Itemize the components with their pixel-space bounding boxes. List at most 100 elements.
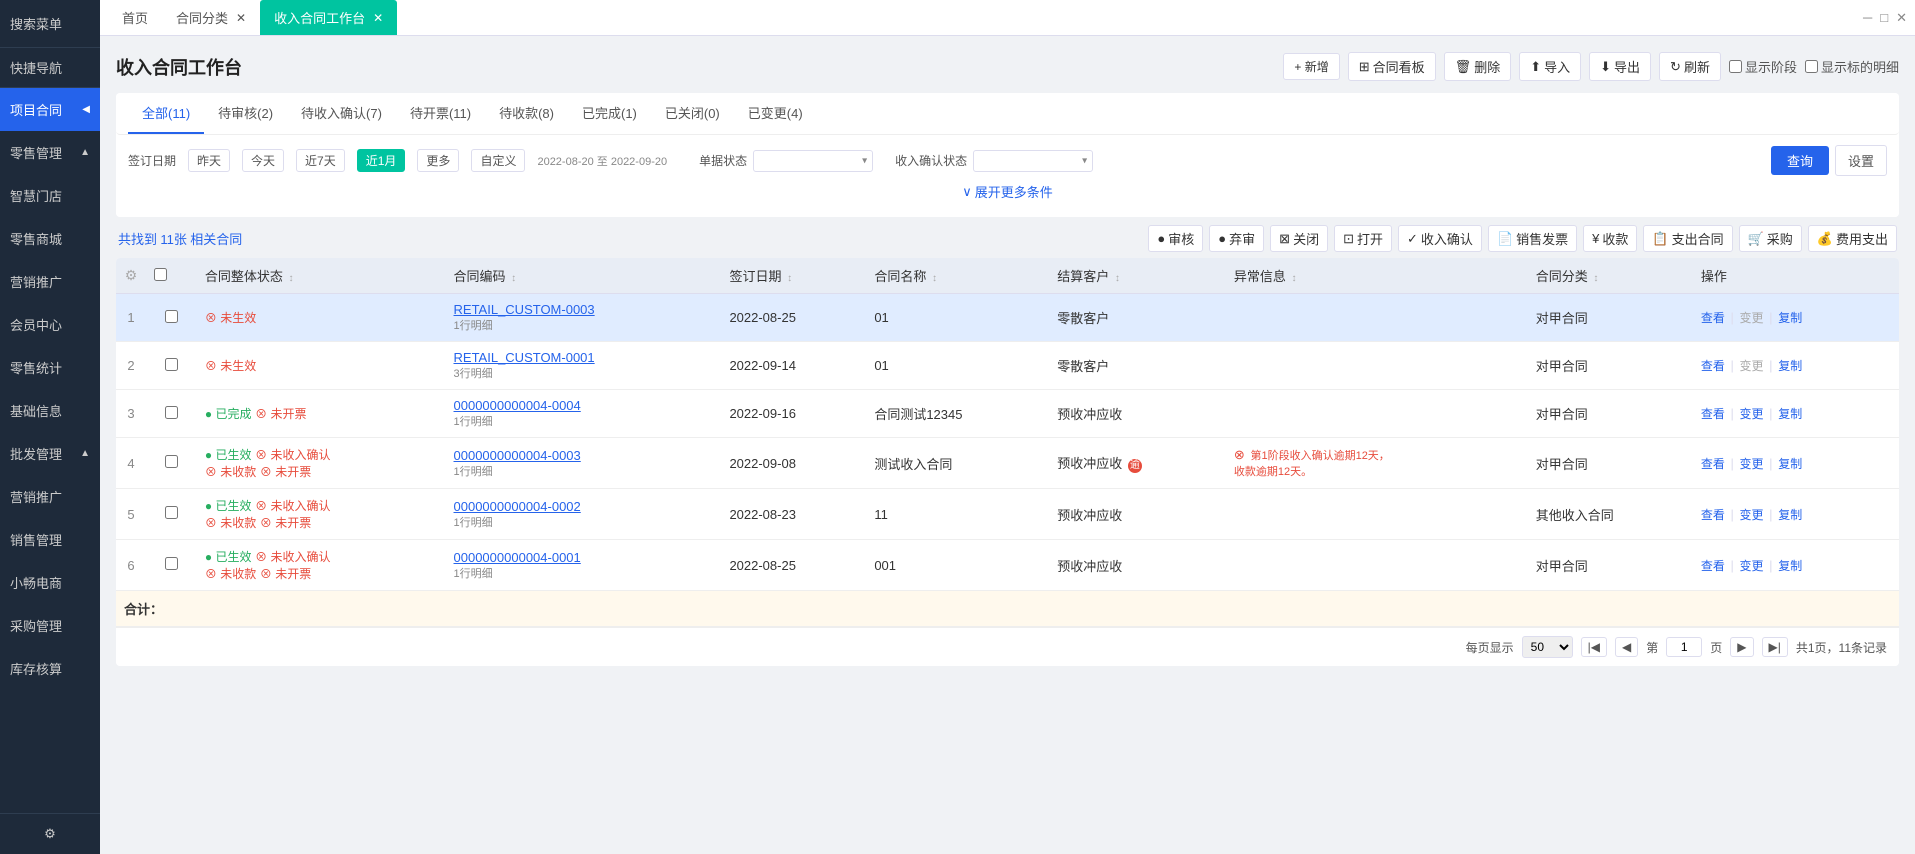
edit-link[interactable]: 变更 <box>1740 359 1764 373</box>
close-btn[interactable]: ⊠ 关闭 <box>1270 225 1328 252</box>
edit-link[interactable]: 变更 <box>1740 508 1764 522</box>
th-contract-name[interactable]: 合同名称 ↕ <box>866 258 1049 294</box>
sidebar-item-xiaochangec[interactable]: 小畅电商 <box>0 561 100 604</box>
copy-link[interactable]: 复制 <box>1778 311 1802 325</box>
sidebar-settings[interactable]: ⚙ <box>0 813 100 854</box>
sidebar-search[interactable]: 搜索菜单 <box>0 0 100 48</box>
doc-status-select[interactable] <box>753 150 873 172</box>
copy-link[interactable]: 复制 <box>1778 359 1802 373</box>
expand-conditions-btn[interactable]: ∨ 展开更多条件 <box>962 182 1053 201</box>
query-button[interactable]: 查询 <box>1771 146 1829 175</box>
sidebar-item-retail-stats[interactable]: 零售统计 <box>0 346 100 389</box>
payment-btn[interactable]: ¥ 收款 <box>1583 225 1637 252</box>
delete-button[interactable]: 🗑 删除 <box>1444 52 1512 81</box>
audit-btn[interactable]: ● 审核 <box>1148 225 1203 252</box>
sidebar-item-smart-store[interactable]: 智慧门店 <box>0 174 100 217</box>
copy-link[interactable]: 复制 <box>1778 457 1802 471</box>
last-page-btn[interactable]: ▶| <box>1762 637 1788 657</box>
import-button[interactable]: ⬆ 导入 <box>1519 52 1581 81</box>
copy-link[interactable]: 复制 <box>1778 407 1802 421</box>
maximize-button[interactable]: □ <box>1880 10 1888 26</box>
contract-link[interactable]: RETAIL_CUSTOM-0001 <box>454 350 714 365</box>
view-link[interactable]: 查看 <box>1701 559 1725 573</box>
view-link[interactable]: 查看 <box>1701 508 1725 522</box>
settings-gear-icon[interactable]: ⚙ <box>125 267 138 283</box>
th-category[interactable]: 合同分类 ↕ <box>1528 258 1693 294</box>
refresh-button[interactable]: ↻ 刷新 <box>1659 52 1721 81</box>
th-customer[interactable]: 结算客户 ↕ <box>1049 258 1226 294</box>
expenditure-contract-btn[interactable]: 📋 支出合同 <box>1643 225 1732 252</box>
contract-link[interactable]: 0000000000004-0004 <box>454 398 714 413</box>
row-checkbox[interactable] <box>165 310 178 323</box>
row-checkbox[interactable] <box>165 506 178 519</box>
sidebar-item-sales-mgmt[interactable]: 销售管理 <box>0 518 100 561</box>
copy-link[interactable]: 复制 <box>1778 559 1802 573</box>
edit-link[interactable]: 变更 <box>1740 311 1764 325</box>
th-sign-date[interactable]: 签订日期 ↕ <box>721 258 866 294</box>
row-checkbox[interactable] <box>165 358 178 371</box>
purchase-btn[interactable]: 🛒 采购 <box>1739 225 1802 252</box>
sidebar-item-basic-info[interactable]: 基础信息 <box>0 389 100 432</box>
last1month-btn[interactable]: 近1月 <box>357 149 406 172</box>
open-btn[interactable]: ⊡ 打开 <box>1334 225 1392 252</box>
edit-link[interactable]: 变更 <box>1740 559 1764 573</box>
row-checkbox[interactable] <box>165 455 178 468</box>
first-page-btn[interactable]: |◀ <box>1581 637 1607 657</box>
contract-link[interactable]: 0000000000004-0001 <box>454 550 714 565</box>
sidebar-item-wholesale[interactable]: 批发管理 ▲ <box>0 432 100 475</box>
sidebar-quick-nav[interactable]: 快捷导航 <box>0 48 100 88</box>
tab-changed[interactable]: 已变更(4) <box>734 93 817 134</box>
today-btn[interactable]: 今天 <box>242 149 284 172</box>
th-contract-status[interactable]: 合同整体状态 ↕ <box>197 258 446 294</box>
sidebar-item-project[interactable]: 项目合同 ◀ <box>0 88 100 131</box>
edit-link[interactable]: 变更 <box>1740 457 1764 471</box>
new-button[interactable]: + 新增 <box>1283 53 1339 80</box>
settings-button[interactable]: 设置 <box>1835 145 1887 176</box>
per-page-select[interactable]: 50 100 <box>1522 636 1573 658</box>
tab-pending-invoice[interactable]: 待开票(11) <box>396 93 485 134</box>
th-abnormal[interactable]: 异常信息 ↕ <box>1226 258 1528 294</box>
row-checkbox[interactable] <box>165 557 178 570</box>
sidebar-item-marketing[interactable]: 营销推广 <box>0 260 100 303</box>
expense-btn[interactable]: 💰 费用支出 <box>1808 225 1897 252</box>
tab-pending-income-confirm[interactable]: 待收入确认(7) <box>287 93 396 134</box>
tab-pending-review[interactable]: 待审核(2) <box>204 93 287 134</box>
sidebar-item-retail-shop[interactable]: 零售商城 <box>0 217 100 260</box>
custom-btn[interactable]: 自定义 <box>471 149 525 172</box>
prev-page-btn[interactable]: ◀ <box>1615 637 1638 657</box>
abandon-audit-btn[interactable]: ● 弃审 <box>1209 225 1264 252</box>
sidebar-item-sales-marketing[interactable]: 营销推广 <box>0 475 100 518</box>
export-button[interactable]: ⬇ 导出 <box>1589 52 1651 81</box>
th-contract-code[interactable]: 合同编码 ↕ <box>446 258 722 294</box>
sidebar-item-purchase[interactable]: 采购管理 <box>0 604 100 647</box>
view-link[interactable]: 查看 <box>1701 407 1725 421</box>
view-link[interactable]: 查看 <box>1701 457 1725 471</box>
sidebar-item-retail-mgmt[interactable]: 零售管理 ▲ <box>0 131 100 174</box>
tab-closed[interactable]: 已关闭(0) <box>651 93 734 134</box>
tab-close-icon[interactable]: ✕ <box>236 11 246 25</box>
tab-active-close-icon[interactable]: ✕ <box>373 11 383 25</box>
contract-board-button[interactable]: ⊞ 合同看板 <box>1348 52 1436 81</box>
edit-link[interactable]: 变更 <box>1740 407 1764 421</box>
sidebar-item-inventory[interactable]: 库存核算 <box>0 647 100 690</box>
tab-contract-cat[interactable]: 合同分类 ✕ <box>162 0 260 35</box>
sales-invoice-btn[interactable]: 📄 销售发票 <box>1488 225 1577 252</box>
row-checkbox[interactable] <box>165 406 178 419</box>
tab-home[interactable]: 首页 <box>108 0 162 35</box>
more-btn[interactable]: 更多 <box>417 149 459 172</box>
tab-completed[interactable]: 已完成(1) <box>568 93 651 134</box>
page-input[interactable] <box>1666 637 1702 657</box>
income-confirm-btn[interactable]: ✓ 收入确认 <box>1398 225 1482 252</box>
view-link[interactable]: 查看 <box>1701 359 1725 373</box>
copy-link[interactable]: 复制 <box>1778 508 1802 522</box>
minimize-button[interactable]: ─ <box>1863 10 1872 26</box>
show-stages-checkbox[interactable]: 显示阶段 <box>1729 57 1797 76</box>
sidebar-item-member[interactable]: 会员中心 <box>0 303 100 346</box>
last7-btn[interactable]: 近7天 <box>296 149 345 172</box>
tab-pending-payment[interactable]: 待收款(8) <box>485 93 568 134</box>
yesterday-btn[interactable]: 昨天 <box>188 149 230 172</box>
next-page-btn[interactable]: ▶ <box>1730 637 1753 657</box>
income-confirm-select[interactable] <box>973 150 1093 172</box>
tab-income-workbench[interactable]: 收入合同工作台 ✕ <box>260 0 397 35</box>
select-all-checkbox[interactable] <box>154 268 167 281</box>
